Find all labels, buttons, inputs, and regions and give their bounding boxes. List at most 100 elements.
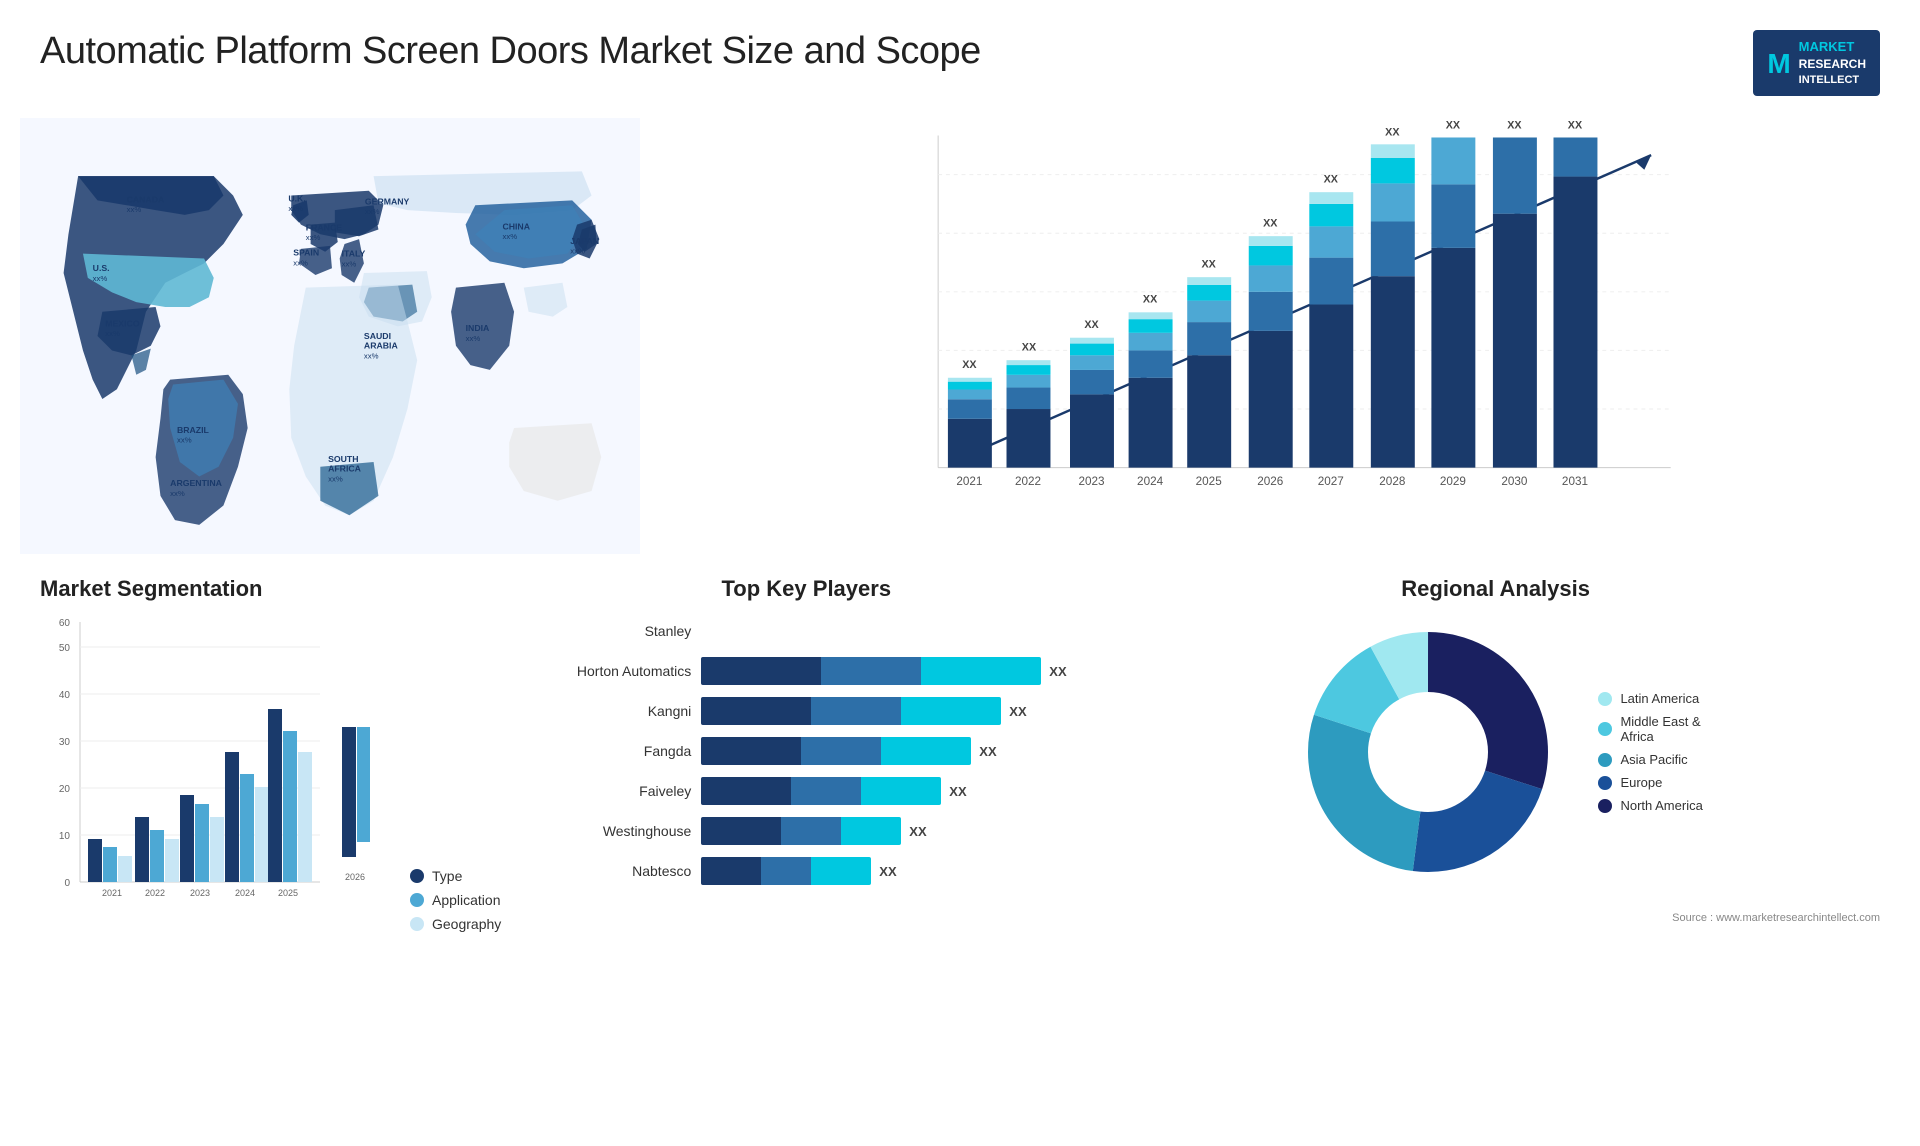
players-list: Stanley Horton Automatics XX [531, 617, 1081, 885]
legend-type-label: Type [432, 868, 462, 884]
bar-2024-seg4 [1129, 320, 1173, 334]
italy-label: ITALY [342, 249, 366, 259]
argentina-label: ARGENTINA [170, 479, 222, 489]
spain-value: xx% [293, 259, 308, 268]
canada-value: xx% [127, 205, 142, 214]
bar-2022-seg2 [1007, 388, 1051, 409]
bar-2031-seg2 [1553, 138, 1597, 177]
bar-2022-seg4 [1007, 365, 1051, 375]
south-africa-label: SOUTH [328, 454, 358, 464]
south-africa-label2: AFRICA [328, 464, 362, 474]
svg-text:50: 50 [59, 643, 71, 654]
bar-2025-seg3 [1187, 301, 1231, 322]
player-bar-container-kangni: XX [701, 697, 1081, 725]
svg-text:2024: 2024 [1137, 476, 1164, 489]
legend-north-america: North America [1598, 798, 1702, 813]
player-bar-container-nabtesco: XX [701, 857, 1081, 885]
bar-2025-seg5 [1187, 278, 1231, 286]
player-value-fangda: XX [979, 744, 996, 759]
bar-2023-seg5 [1070, 338, 1114, 344]
bar-2023-seg4 [1070, 344, 1114, 356]
svg-text:40: 40 [59, 690, 71, 701]
saudi-value: xx% [364, 352, 379, 361]
legend-application: Application [410, 892, 501, 908]
bar-2022-seg1 [1007, 409, 1051, 468]
bar-2028-seg4 [1371, 158, 1415, 183]
uk-value: xx% [288, 204, 303, 213]
bar-2030-seg2 [1493, 138, 1537, 214]
bar-2030-seg1 [1493, 214, 1537, 468]
bar-2024-seg2 [1129, 351, 1173, 378]
legend-latin-america: Latin America [1598, 691, 1702, 706]
svg-text:2021: 2021 [956, 476, 982, 489]
bar-2026-seg3 [1249, 266, 1293, 292]
page-title: Automatic Platform Screen Doors Market S… [40, 30, 981, 73]
bar-2027-seg1 [1309, 305, 1353, 468]
bar-2024-seg1 [1129, 378, 1173, 468]
bar-2029-seg2 [1431, 185, 1475, 248]
logo-line3: INTELLECT [1799, 73, 1866, 88]
legend-label-europe: Europe [1620, 775, 1662, 790]
player-row-faiveley: Faiveley XX [531, 777, 1081, 805]
svg-text:2030: 2030 [1501, 476, 1528, 489]
japan-value: xx% [570, 247, 585, 256]
svg-text:2024: 2024 [235, 888, 255, 898]
bar-2021-seg2 [948, 400, 992, 420]
donut-legend: Latin America Middle East &Africa Asia P… [1598, 691, 1702, 813]
japan-label: JAPAN [570, 236, 599, 246]
regional-section: Regional Analysis [1111, 576, 1880, 1096]
player-bar-container-stanley [701, 617, 1081, 645]
china-value: xx% [502, 233, 517, 242]
bar-2029-seg3 [1431, 138, 1475, 185]
svg-text:XX: XX [962, 359, 977, 371]
saudi-label: SAUDI [364, 331, 391, 341]
logo-line1: MARKET [1799, 38, 1866, 56]
france-value: xx% [306, 233, 321, 242]
us-value: xx% [93, 274, 108, 283]
legend-application-label: Application [432, 892, 501, 908]
mexico-value: xx% [105, 329, 120, 338]
south-africa-value: xx% [328, 475, 343, 484]
player-name-westinghouse: Westinghouse [531, 823, 691, 839]
regional-title: Regional Analysis [1111, 576, 1880, 602]
bottom-section: Market Segmentation 0 10 20 30 40 50 60 [0, 566, 1920, 1096]
donut-chart-svg [1288, 612, 1568, 892]
player-name-faiveley: Faiveley [531, 783, 691, 799]
bar-2029-seg1 [1431, 248, 1475, 468]
svg-text:2022: 2022 [1015, 476, 1041, 489]
legend-type: Type [410, 868, 501, 884]
legend-mea: Middle East &Africa [1598, 714, 1702, 744]
bar-2026-seg5 [1249, 237, 1293, 247]
bar-2023-seg3 [1070, 356, 1114, 371]
bar-2021-seg3 [948, 390, 992, 400]
bar-2022-seg5 [1007, 361, 1051, 366]
svg-text:2023: 2023 [190, 888, 210, 898]
bar-2026-seg2 [1249, 292, 1293, 331]
bar-2027-seg5 [1309, 193, 1353, 205]
legend-geography: Geography [410, 916, 501, 932]
india-label: INDIA [466, 324, 490, 334]
player-value-nabtesco: XX [879, 864, 896, 879]
italy-value: xx% [342, 260, 357, 269]
bar-2028-seg2 [1371, 222, 1415, 277]
page-header: Automatic Platform Screen Doors Market S… [0, 0, 1920, 106]
svg-text:30: 30 [59, 737, 71, 748]
svg-text:2031: 2031 [1562, 476, 1588, 489]
svg-text:2027: 2027 [1318, 476, 1344, 489]
legend-asia-pacific: Asia Pacific [1598, 752, 1702, 767]
legend-label-asia-pacific: Asia Pacific [1620, 752, 1687, 767]
svg-text:2029: 2029 [1440, 476, 1466, 489]
bar-2024-seg5 [1129, 313, 1173, 320]
bar-2031-seg1 [1553, 177, 1597, 468]
bar-2021-seg4 [948, 382, 992, 390]
bar-2023-seg2 [1070, 370, 1114, 394]
logo-m-letter: M [1767, 44, 1790, 83]
player-bar-container-faiveley: XX [701, 777, 1081, 805]
svg-text:XX: XX [1568, 120, 1583, 132]
legend-geography-label: Geography [432, 916, 501, 932]
logo-text: MARKET RESEARCH INTELLECT [1799, 38, 1866, 88]
svg-text:2022: 2022 [145, 888, 165, 898]
player-row-horton: Horton Automatics XX [531, 657, 1081, 685]
player-row-kangni: Kangni XX [531, 697, 1081, 725]
player-value-westinghouse: XX [909, 824, 926, 839]
